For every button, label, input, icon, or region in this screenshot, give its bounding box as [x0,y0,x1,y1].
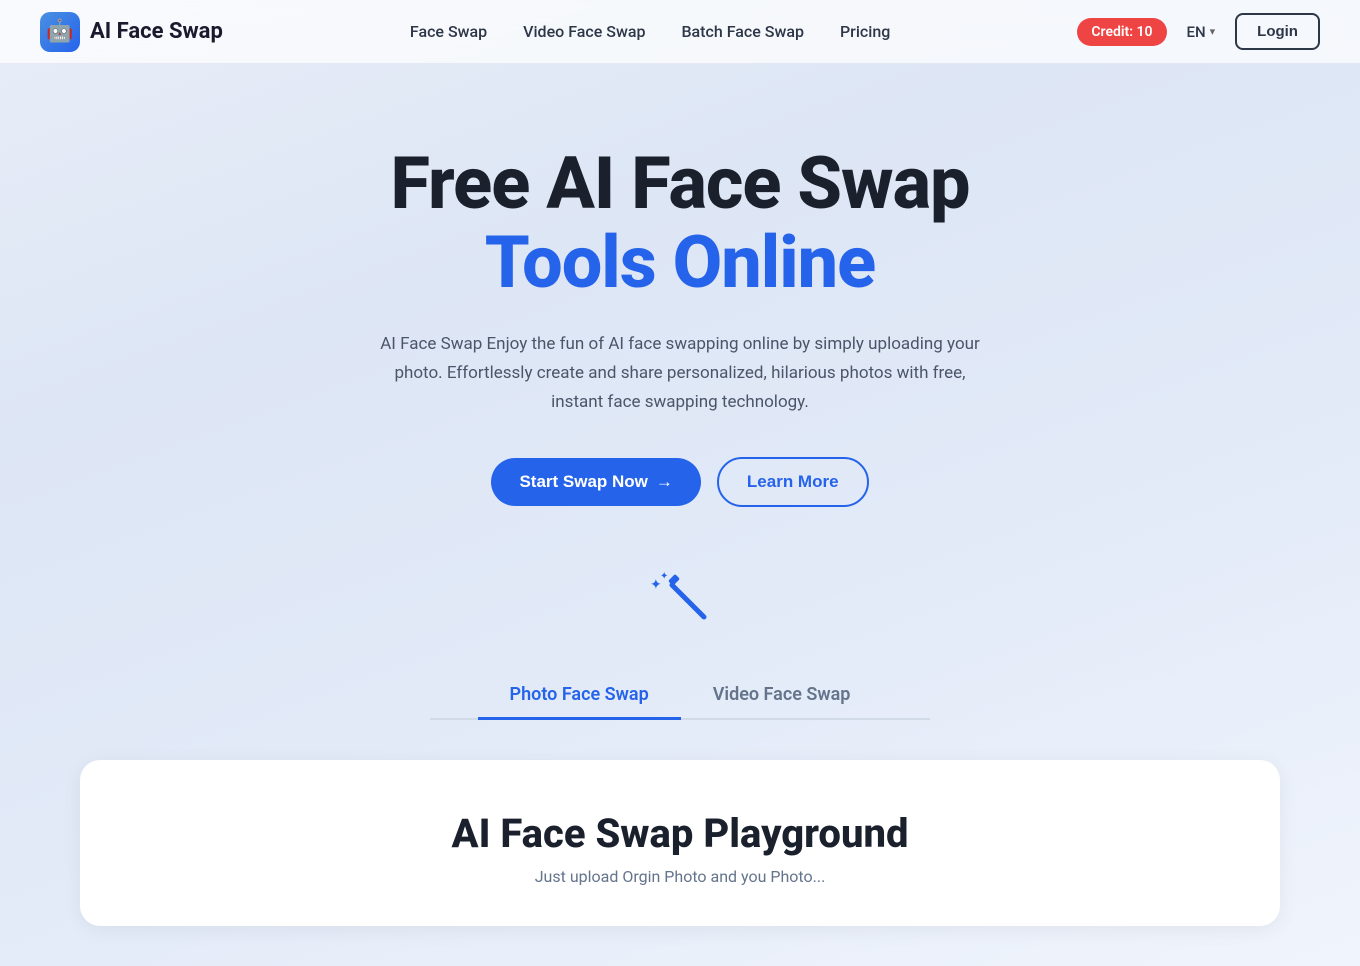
hero-title-line2: Tools Online [485,223,875,302]
nav-batch-face-swap[interactable]: Batch Face Swap [681,22,804,41]
tabs-section: Photo Face Swap Video Face Swap [430,672,930,720]
tab-video-face-swap[interactable]: Video Face Swap [681,672,883,720]
magic-wand-icon: ✦ ✦ [650,567,710,640]
playground-subtitle: Just upload Orgin Photo and you Photo... [120,867,1240,886]
start-swap-label: Start Swap Now [519,472,647,492]
svg-text:✦: ✦ [660,571,668,582]
logo[interactable]: 🤖 AI Face Swap [40,12,223,52]
nav-pricing[interactable]: Pricing [840,22,890,41]
learn-more-label: Learn More [747,472,839,492]
language-label: EN [1187,23,1206,41]
hero-section: Free AI Face Swap Tools Online AI Face S… [0,64,1360,760]
playground-section: AI Face Swap Playground Just upload Orgi… [80,760,1280,926]
start-swap-button[interactable]: Start Swap Now → [491,458,700,506]
navbar-right: Credit: 10 EN ▾ Login [1077,13,1320,50]
nav-face-swap[interactable]: Face Swap [410,22,487,41]
tab-photo-face-swap[interactable]: Photo Face Swap [478,672,681,720]
nav-video-face-swap[interactable]: Video Face Swap [523,22,645,41]
language-selector[interactable]: EN ▾ [1179,19,1224,45]
logo-icon: 🤖 [40,12,80,52]
hero-title-line1: Free AI Face Swap [390,144,969,223]
login-button[interactable]: Login [1235,13,1320,50]
navbar-nav: Face Swap Video Face Swap Batch Face Swa… [410,22,890,41]
chevron-down-icon: ▾ [1210,25,1216,38]
navbar: 🤖 AI Face Swap Face Swap Video Face Swap… [0,0,1360,64]
logo-text: AI Face Swap [90,19,223,44]
hero-buttons: Start Swap Now → Learn More [491,457,868,507]
learn-more-button[interactable]: Learn More [717,457,869,507]
hero-description: AI Face Swap Enjoy the fun of AI face sw… [370,330,990,417]
tabs-wrapper: Photo Face Swap Video Face Swap [40,672,1320,720]
credit-badge[interactable]: Credit: 10 [1077,18,1166,46]
playground-title: AI Face Swap Playground [120,810,1240,857]
arrow-right-icon: → [656,472,673,492]
